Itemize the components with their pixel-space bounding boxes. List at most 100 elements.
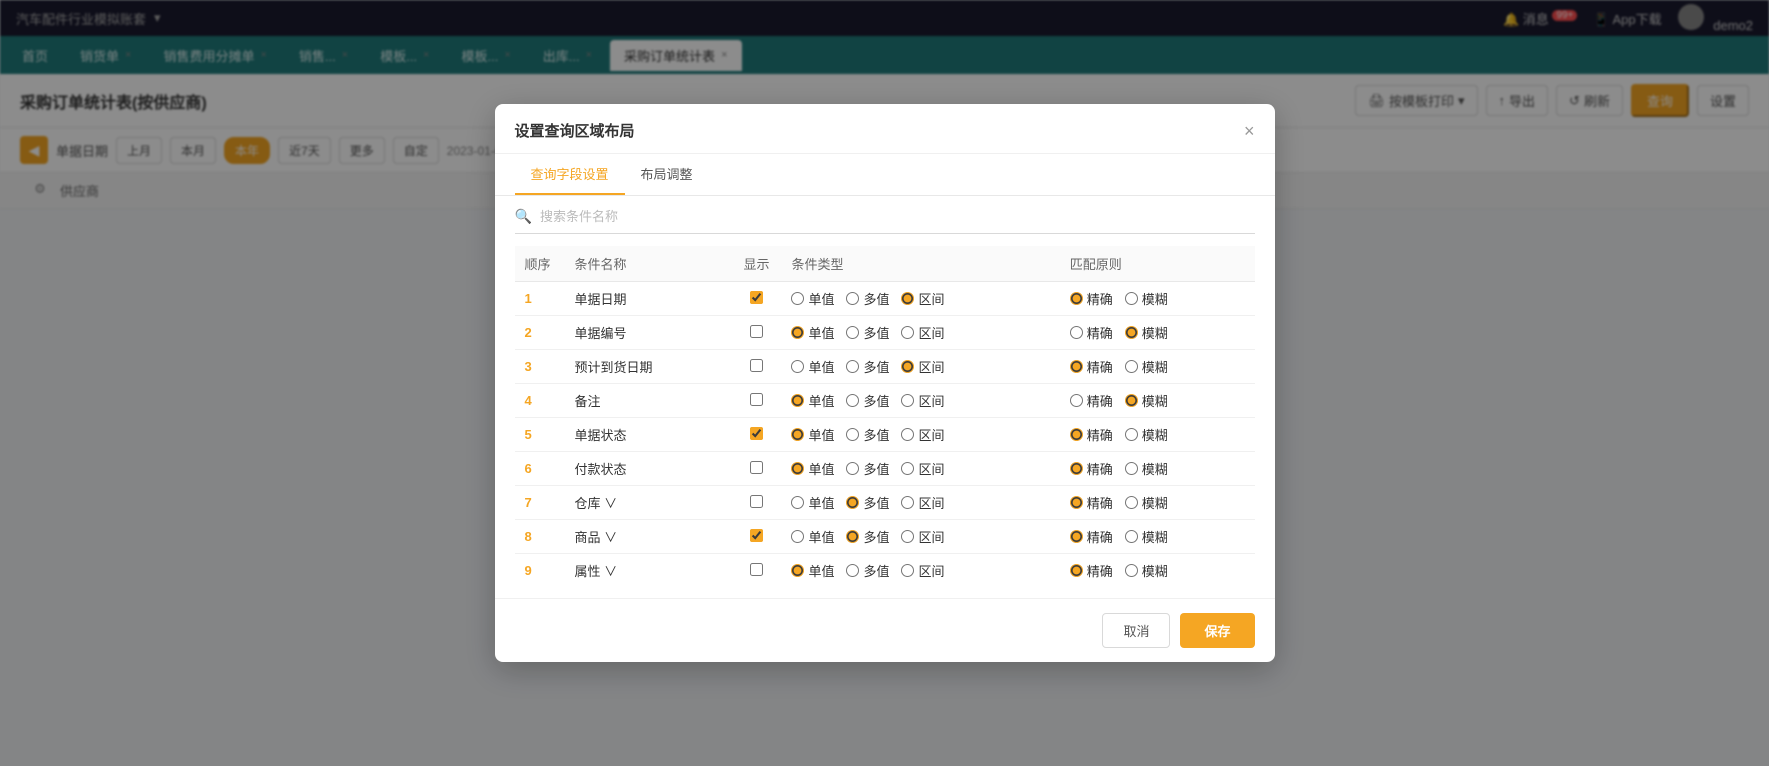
match-option-模糊[interactable]: 模糊 bbox=[1125, 561, 1168, 580]
table-row: 8商品 ∨单值多值区间精确模糊 bbox=[515, 520, 1255, 554]
type-option-单值[interactable]: 单值 bbox=[791, 357, 834, 376]
search-bar: 🔍 bbox=[515, 208, 1255, 234]
match-option-模糊[interactable]: 模糊 bbox=[1125, 527, 1168, 546]
type-option-多值[interactable]: 多值 bbox=[846, 323, 889, 342]
type-option-区间[interactable]: 区间 bbox=[901, 493, 944, 512]
row-name: 仓库 ∨ bbox=[565, 486, 732, 520]
match-option-精确[interactable]: 精确 bbox=[1070, 425, 1113, 444]
row-match[interactable]: 精确模糊 bbox=[1060, 418, 1255, 452]
type-option-多值[interactable]: 多值 bbox=[846, 391, 889, 410]
match-option-模糊[interactable]: 模糊 bbox=[1125, 289, 1168, 308]
row-name: 属性 ∨ bbox=[565, 554, 732, 587]
type-option-多值[interactable]: 多值 bbox=[846, 289, 889, 308]
type-option-多值[interactable]: 多值 bbox=[846, 561, 889, 580]
type-option-单值[interactable]: 单值 bbox=[791, 391, 834, 410]
row-type[interactable]: 单值多值区间 bbox=[781, 418, 1059, 452]
tab-layout-adjust[interactable]: 布局调整 bbox=[625, 154, 709, 195]
row-type[interactable]: 单值多值区间 bbox=[781, 520, 1059, 554]
table-row: 2单据编号单值多值区间精确模糊 bbox=[515, 316, 1255, 350]
type-option-区间[interactable]: 区间 bbox=[901, 459, 944, 478]
row-display[interactable] bbox=[731, 554, 781, 587]
row-display[interactable] bbox=[731, 282, 781, 316]
row-match[interactable]: 精确模糊 bbox=[1060, 316, 1255, 350]
match-option-精确[interactable]: 精确 bbox=[1070, 561, 1113, 580]
row-match[interactable]: 精确模糊 bbox=[1060, 452, 1255, 486]
row-match[interactable]: 精确模糊 bbox=[1060, 350, 1255, 384]
type-option-区间[interactable]: 区间 bbox=[901, 425, 944, 444]
type-option-多值[interactable]: 多值 bbox=[846, 459, 889, 478]
dialog-close-button[interactable]: × bbox=[1244, 122, 1255, 140]
match-option-模糊[interactable]: 模糊 bbox=[1125, 425, 1168, 444]
row-order: 3 bbox=[515, 350, 565, 384]
type-option-单值[interactable]: 单值 bbox=[791, 527, 834, 546]
row-type[interactable]: 单值多值区间 bbox=[781, 384, 1059, 418]
match-option-精确[interactable]: 精确 bbox=[1070, 493, 1113, 512]
type-option-区间[interactable]: 区间 bbox=[901, 561, 944, 580]
type-option-多值[interactable]: 多值 bbox=[846, 425, 889, 444]
modal-overlay: 设置查询区域布局 × 查询字段设置 布局调整 🔍 顺序 条件名称 bbox=[0, 0, 1769, 766]
dialog: 设置查询区域布局 × 查询字段设置 布局调整 🔍 顺序 条件名称 bbox=[495, 104, 1275, 662]
type-option-多值[interactable]: 多值 bbox=[846, 527, 889, 546]
match-option-精确[interactable]: 精确 bbox=[1070, 357, 1113, 376]
type-option-单值[interactable]: 单值 bbox=[791, 459, 834, 478]
row-type[interactable]: 单值多值区间 bbox=[781, 316, 1059, 350]
match-option-模糊[interactable]: 模糊 bbox=[1125, 459, 1168, 478]
row-display[interactable] bbox=[731, 384, 781, 418]
row-display[interactable] bbox=[731, 350, 781, 384]
type-option-区间[interactable]: 区间 bbox=[901, 289, 944, 308]
display-checkbox[interactable] bbox=[750, 529, 763, 542]
row-type[interactable]: 单值多值区间 bbox=[781, 282, 1059, 316]
row-match[interactable]: 精确模糊 bbox=[1060, 486, 1255, 520]
type-option-区间[interactable]: 区间 bbox=[901, 323, 944, 342]
display-checkbox[interactable] bbox=[750, 393, 763, 406]
row-match[interactable]: 精确模糊 bbox=[1060, 282, 1255, 316]
row-display[interactable] bbox=[731, 316, 781, 350]
col-match: 匹配原则 bbox=[1060, 246, 1255, 282]
row-display[interactable] bbox=[731, 486, 781, 520]
row-type[interactable]: 单值多值区间 bbox=[781, 486, 1059, 520]
row-match[interactable]: 精确模糊 bbox=[1060, 520, 1255, 554]
row-display[interactable] bbox=[731, 520, 781, 554]
row-type[interactable]: 单值多值区间 bbox=[781, 350, 1059, 384]
match-option-模糊[interactable]: 模糊 bbox=[1125, 493, 1168, 512]
display-checkbox[interactable] bbox=[750, 563, 763, 576]
type-option-区间[interactable]: 区间 bbox=[901, 527, 944, 546]
type-option-单值[interactable]: 单值 bbox=[791, 289, 834, 308]
row-display[interactable] bbox=[731, 418, 781, 452]
type-option-单值[interactable]: 单值 bbox=[791, 493, 834, 512]
display-checkbox[interactable] bbox=[750, 359, 763, 372]
display-checkbox[interactable] bbox=[750, 291, 763, 304]
row-display[interactable] bbox=[731, 452, 781, 486]
type-option-区间[interactable]: 区间 bbox=[901, 391, 944, 410]
type-option-单值[interactable]: 单值 bbox=[791, 425, 834, 444]
cancel-button[interactable]: 取消 bbox=[1102, 613, 1170, 648]
match-option-精确[interactable]: 精确 bbox=[1070, 391, 1113, 410]
type-option-单值[interactable]: 单值 bbox=[791, 323, 834, 342]
row-type[interactable]: 单值多值区间 bbox=[781, 554, 1059, 587]
type-option-单值[interactable]: 单值 bbox=[791, 561, 834, 580]
match-option-精确[interactable]: 精确 bbox=[1070, 289, 1113, 308]
table-row: 1单据日期单值多值区间精确模糊 bbox=[515, 282, 1255, 316]
row-match[interactable]: 精确模糊 bbox=[1060, 554, 1255, 587]
save-button[interactable]: 保存 bbox=[1180, 613, 1254, 648]
type-option-多值[interactable]: 多值 bbox=[846, 493, 889, 512]
display-checkbox[interactable] bbox=[750, 325, 763, 338]
type-option-多值[interactable]: 多值 bbox=[846, 357, 889, 376]
row-type[interactable]: 单值多值区间 bbox=[781, 452, 1059, 486]
conditions-table-container: 顺序 条件名称 显示 条件类型 匹配原则 1单据日期单值多值区间精确模糊2单据编… bbox=[515, 246, 1255, 586]
search-input[interactable] bbox=[540, 209, 740, 224]
match-option-精确[interactable]: 精确 bbox=[1070, 527, 1113, 546]
type-option-区间[interactable]: 区间 bbox=[901, 357, 944, 376]
row-name: 备注 bbox=[565, 384, 732, 418]
display-checkbox[interactable] bbox=[750, 461, 763, 474]
tab-query-fields[interactable]: 查询字段设置 bbox=[515, 154, 625, 195]
display-checkbox[interactable] bbox=[750, 495, 763, 508]
match-option-模糊[interactable]: 模糊 bbox=[1125, 391, 1168, 410]
match-option-精确[interactable]: 精确 bbox=[1070, 459, 1113, 478]
col-name: 条件名称 bbox=[565, 246, 732, 282]
match-option-模糊[interactable]: 模糊 bbox=[1125, 323, 1168, 342]
match-option-精确[interactable]: 精确 bbox=[1070, 323, 1113, 342]
row-match[interactable]: 精确模糊 bbox=[1060, 384, 1255, 418]
display-checkbox[interactable] bbox=[750, 427, 763, 440]
match-option-模糊[interactable]: 模糊 bbox=[1125, 357, 1168, 376]
